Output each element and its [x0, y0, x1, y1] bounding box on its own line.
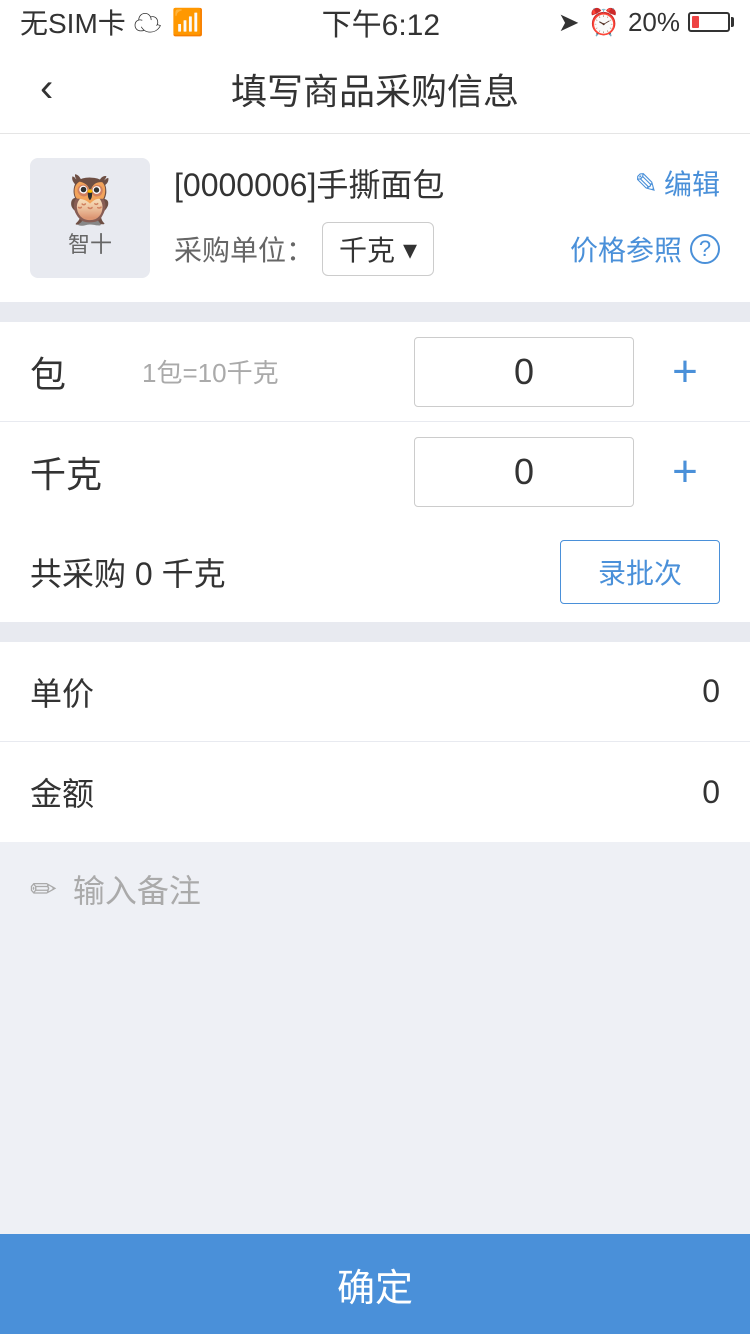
- quantity-section: 包 1包=10千克 + 千克 +: [0, 322, 750, 522]
- product-title-row: [0000006]手撕面包 ✎ 编辑: [174, 160, 720, 206]
- nav-bar: ‹ 填写商品采购信息: [0, 44, 750, 134]
- alarm-icon: ⏰: [588, 7, 620, 38]
- unit-price-label: 单价: [30, 669, 94, 715]
- quantity-input-kg[interactable]: [414, 437, 634, 507]
- unit-selector-group: 采购单位： 千克 ▾: [174, 222, 434, 276]
- page-title: 填写商品采购信息: [231, 63, 519, 115]
- remark-section[interactable]: ✏ 输入备注: [0, 842, 750, 936]
- status-time: 下午6:12: [322, 0, 440, 44]
- summary-row: 共采购 0 千克 录批次: [0, 522, 750, 622]
- status-right: ➤ ⏰ 20%: [558, 7, 730, 38]
- amount-row: 金额 0: [0, 742, 750, 842]
- help-icon: ?: [690, 234, 720, 264]
- pencil-icon: ✏: [30, 870, 57, 908]
- batch-button[interactable]: 录批次: [560, 540, 720, 604]
- product-logo-icon: 🦉: [60, 177, 120, 225]
- quantity-row-bao: 包 1包=10千克 +: [0, 322, 750, 422]
- unit-label: 采购单位：: [174, 229, 314, 269]
- remark-placeholder: 输入备注: [73, 866, 201, 912]
- quantity-input-wrap-kg: +: [130, 437, 720, 507]
- edit-button[interactable]: ✎ 编辑: [635, 163, 720, 203]
- price-ref-label: 价格参照: [570, 229, 682, 269]
- product-image: 🦉 智十: [30, 158, 150, 278]
- product-card: 🦉 智十 [0000006]手撕面包 ✎ 编辑 采购单位： 千克 ▾ 价格参照 …: [0, 134, 750, 302]
- quantity-label-bao: 包: [30, 346, 130, 398]
- plus-button-kg[interactable]: +: [650, 437, 720, 507]
- price-section: 单价 0 金额 0: [0, 642, 750, 842]
- wifi-icon: 📶: [172, 7, 204, 38]
- product-image-inner: 🦉 智十: [50, 178, 130, 258]
- battery-fill: [692, 16, 699, 28]
- chevron-down-icon: ▾: [403, 233, 417, 266]
- quantity-input-bao[interactable]: [414, 337, 634, 407]
- sim-label: 无SIM卡 ☁: [20, 2, 162, 42]
- product-name: [0000006]手撕面包: [174, 160, 444, 206]
- battery-percent: 20%: [628, 7, 680, 38]
- confirm-button[interactable]: 确定: [0, 1234, 750, 1334]
- unit-price-value: 0: [702, 673, 720, 710]
- summary-text: 共采购 0 千克: [30, 549, 226, 595]
- battery-icon: [688, 12, 730, 32]
- location-icon: ➤: [558, 7, 580, 38]
- quantity-input-wrap-bao: +: [279, 337, 720, 407]
- quantity-row-kg: 千克 +: [0, 422, 750, 522]
- unit-dropdown[interactable]: 千克 ▾: [322, 222, 434, 276]
- section-separator-1: [0, 302, 750, 322]
- amount-label: 金额: [30, 769, 94, 815]
- edit-icon: ✎: [635, 167, 658, 200]
- edit-label: 编辑: [664, 163, 720, 203]
- section-separator-2: [0, 622, 750, 642]
- price-ref-button[interactable]: 价格参照 ?: [570, 229, 720, 269]
- unit-value: 千克: [339, 229, 395, 269]
- product-unit-row: 采购单位： 千克 ▾ 价格参照 ?: [174, 222, 720, 276]
- product-logo-text: 智十: [68, 227, 112, 259]
- quantity-label-kg: 千克: [30, 446, 130, 498]
- back-button[interactable]: ‹: [30, 56, 63, 121]
- plus-button-bao[interactable]: +: [650, 337, 720, 407]
- status-left: 无SIM卡 ☁ 📶: [20, 2, 204, 42]
- empty-area: [0, 936, 750, 1276]
- unit-price-row: 单价 0: [0, 642, 750, 742]
- product-info: [0000006]手撕面包 ✎ 编辑 采购单位： 千克 ▾ 价格参照 ?: [174, 160, 720, 276]
- amount-value: 0: [702, 774, 720, 811]
- quantity-sublabel-bao: 1包=10千克: [142, 353, 279, 390]
- status-bar: 无SIM卡 ☁ 📶 下午6:12 ➤ ⏰ 20%: [0, 0, 750, 44]
